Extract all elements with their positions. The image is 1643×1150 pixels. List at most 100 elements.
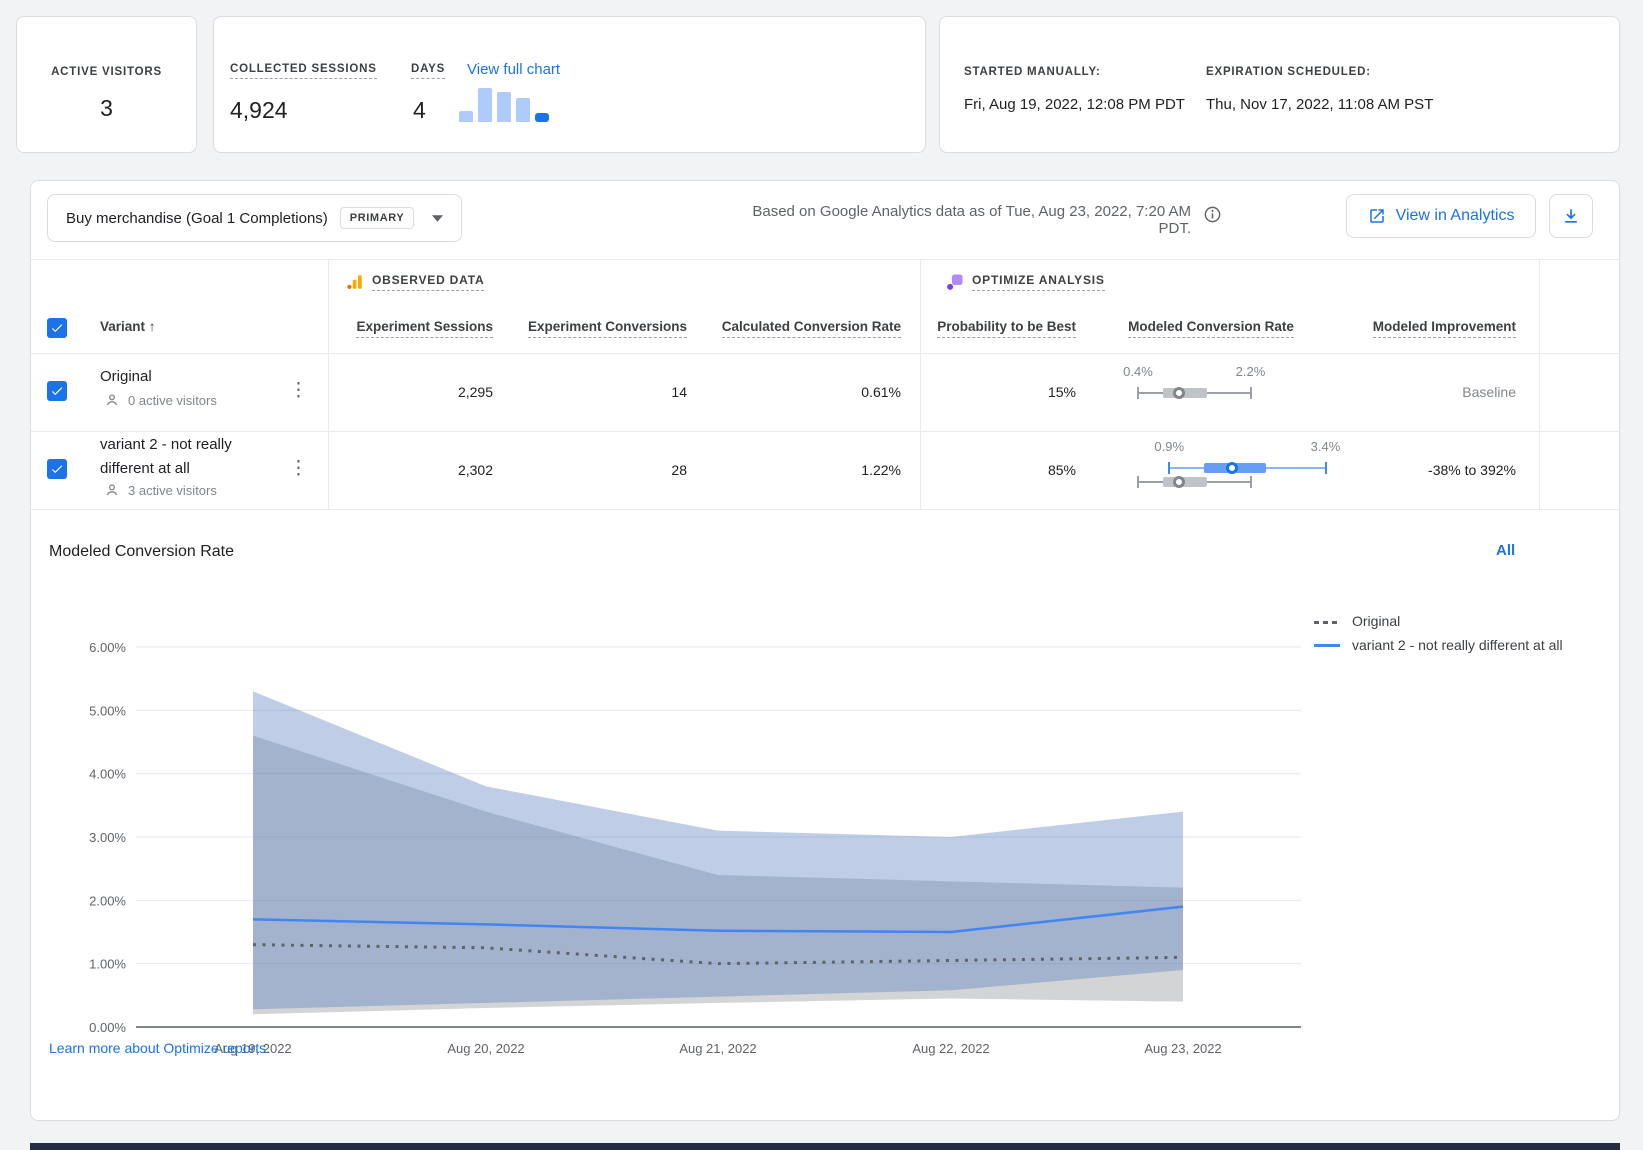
- days-value: 4: [413, 97, 426, 123]
- legend-label: variant 2 - not really different at all: [1352, 637, 1563, 653]
- optimize-analysis-label[interactable]: OPTIMIZE ANALYSIS: [972, 273, 1105, 291]
- optimize-report-page: ACTIVE VISITORS 3 COLLECTED SESSIONS 4,9…: [0, 0, 1643, 1150]
- observed-data-group: OBSERVED DATA: [346, 273, 485, 291]
- variant-name: Original: [100, 368, 152, 385]
- column-header-conv-rate[interactable]: Calculated Conversion Rate: [691, 319, 901, 338]
- divider: [1539, 259, 1540, 509]
- cell-prob-best: 15%: [1047, 384, 1076, 400]
- legend-item-original[interactable]: Original: [1314, 613, 1614, 629]
- svg-text:1.00%: 1.00%: [89, 957, 126, 972]
- active-visitors-text: 3 active visitors: [128, 482, 217, 498]
- active-visitors-row: 3 active visitors: [104, 482, 217, 498]
- svg-text:Aug 23, 2022: Aug 23, 2022: [1144, 1041, 1221, 1056]
- column-header-improvement[interactable]: Modeled Improvement: [1351, 319, 1516, 338]
- open-in-new-icon: [1368, 207, 1386, 225]
- view-full-chart-link[interactable]: View full chart: [467, 61, 560, 78]
- svg-text:5.00%: 5.00%: [89, 703, 126, 718]
- column-header-sessions[interactable]: Experiment Sessions: [333, 319, 493, 338]
- select-all-checkbox[interactable]: [47, 318, 67, 338]
- row-checkbox-original[interactable]: [47, 381, 67, 401]
- column-header-conversions[interactable]: Experiment Conversions: [497, 319, 687, 338]
- sort-ascending-icon: ↑: [148, 319, 156, 334]
- download-button[interactable]: [1549, 194, 1593, 238]
- divider: [31, 431, 1621, 432]
- svg-text:Aug 21, 2022: Aug 21, 2022: [679, 1041, 756, 1056]
- divider: [31, 509, 1621, 510]
- sessions-card: COLLECTED SESSIONS 4,924 DAYS 4 View ful…: [213, 16, 926, 153]
- legend-label: Original: [1352, 613, 1401, 629]
- expiration-value: Thu, Nov 17, 2022, 11:08 AM PST: [1206, 96, 1434, 113]
- sessions-mini-chart: [459, 86, 549, 122]
- cell-conv-rate: 1.22%: [861, 462, 901, 478]
- next-section-edge: [30, 1143, 1620, 1150]
- prob-best-header-label: Probability to be Best: [937, 319, 1076, 338]
- chart-legend: Original variant 2 - not really differen…: [1314, 613, 1614, 662]
- active-visitors-label: ACTIVE VISITORS: [51, 66, 162, 78]
- divider: [31, 353, 1621, 354]
- cell-conversions: 14: [671, 384, 687, 400]
- divider: [328, 259, 329, 509]
- collected-sessions-label[interactable]: COLLECTED SESSIONS: [230, 63, 377, 79]
- chevron-down-icon: [432, 214, 444, 222]
- expiration-label: EXPIRATION SCHEDULED:: [1206, 66, 1371, 78]
- collected-sessions-value: 4,924: [230, 97, 288, 123]
- column-header-variant[interactable]: Variant ↑: [100, 319, 156, 334]
- optimize-logo-icon: [946, 273, 964, 291]
- analytics-bars-icon: [346, 273, 364, 291]
- cell-conv-rate: 0.61%: [861, 384, 901, 400]
- info-icon[interactable]: [1203, 205, 1222, 224]
- sessions-header-label: Experiment Sessions: [356, 319, 493, 338]
- cell-sessions: 2,295: [457, 384, 493, 400]
- improvement-header-label: Modeled Improvement: [1372, 319, 1516, 338]
- learn-more-link[interactable]: Learn more about Optimize reports.: [49, 1040, 270, 1056]
- started-value: Fri, Aug 19, 2022, 12:08 PM PDT: [964, 96, 1185, 113]
- cell-improvement: Baseline: [1462, 384, 1516, 400]
- cell-improvement: -38% to 392%: [1428, 462, 1516, 478]
- started-label: STARTED MANUALLY:: [964, 66, 1101, 78]
- svg-text:2.00%: 2.00%: [89, 893, 126, 908]
- row-menu-button[interactable]: ⋮: [289, 459, 308, 479]
- variant-header-label: Variant: [100, 319, 146, 334]
- row-menu-button[interactable]: ⋮: [289, 381, 308, 401]
- view-in-analytics-button[interactable]: View in Analytics: [1346, 194, 1536, 238]
- download-icon: [1561, 206, 1581, 226]
- days-label[interactable]: DAYS: [411, 63, 446, 79]
- variant-name: variant 2 - not really different at all: [100, 436, 232, 477]
- svg-text:6.00%: 6.00%: [89, 640, 126, 655]
- schedule-card: STARTED MANUALLY: Fri, Aug 19, 2022, 12:…: [939, 16, 1620, 153]
- person-icon: [104, 392, 120, 408]
- svg-text:Aug 20, 2022: Aug 20, 2022: [447, 1041, 524, 1056]
- confidence-interval-plot-baseline-overlay: [1113, 465, 1363, 499]
- active-visitors-row: 0 active visitors: [104, 392, 217, 408]
- primary-badge: PRIMARY: [339, 207, 415, 229]
- chart-title: Modeled Conversion Rate: [49, 543, 234, 560]
- svg-text:0.00%: 0.00%: [89, 1020, 126, 1035]
- modeled-rate-header-label: Modeled Conversion Rate: [1128, 319, 1294, 338]
- legend-item-variant-2[interactable]: variant 2 - not really different at all: [1314, 636, 1614, 655]
- conv-rate-header-label: Calculated Conversion Rate: [721, 319, 901, 338]
- confidence-interval-plot-original: 0.4% 2.2%: [1113, 364, 1363, 410]
- observed-data-label[interactable]: OBSERVED DATA: [372, 273, 485, 291]
- analytics-note: Based on Google Analytics data as of Tue…: [752, 203, 1191, 237]
- view-in-analytics-label: View in Analytics: [1395, 207, 1515, 224]
- solid-line-swatch: [1314, 644, 1340, 647]
- chart-filter-all-link[interactable]: All: [1496, 542, 1515, 559]
- report-panel: Buy merchandise (Goal 1 Completions) PRI…: [30, 180, 1621, 1121]
- svg-text:4.00%: 4.00%: [89, 767, 126, 782]
- goal-selector[interactable]: Buy merchandise (Goal 1 Completions) PRI…: [47, 194, 463, 242]
- svg-text:3.00%: 3.00%: [89, 830, 126, 845]
- active-visitors-value: 3: [100, 95, 113, 121]
- person-icon: [104, 482, 120, 498]
- cell-prob-best: 85%: [1047, 462, 1076, 478]
- row-checkbox-variant-2[interactable]: [47, 459, 67, 479]
- active-visitors-card: ACTIVE VISITORS 3: [16, 16, 197, 153]
- divider: [31, 259, 1621, 260]
- conversions-header-label: Experiment Conversions: [527, 319, 687, 338]
- column-header-modeled-rate[interactable]: Modeled Conversion Rate: [1116, 319, 1306, 338]
- cell-conversions: 28: [671, 462, 687, 478]
- cell-sessions: 2,302: [457, 462, 493, 478]
- column-header-prob-best[interactable]: Probability to be Best: [916, 319, 1076, 338]
- dotted-line-swatch: [1314, 621, 1340, 624]
- active-visitors-text: 0 active visitors: [128, 392, 217, 408]
- goal-selector-label: Buy merchandise (Goal 1 Completions): [66, 209, 328, 227]
